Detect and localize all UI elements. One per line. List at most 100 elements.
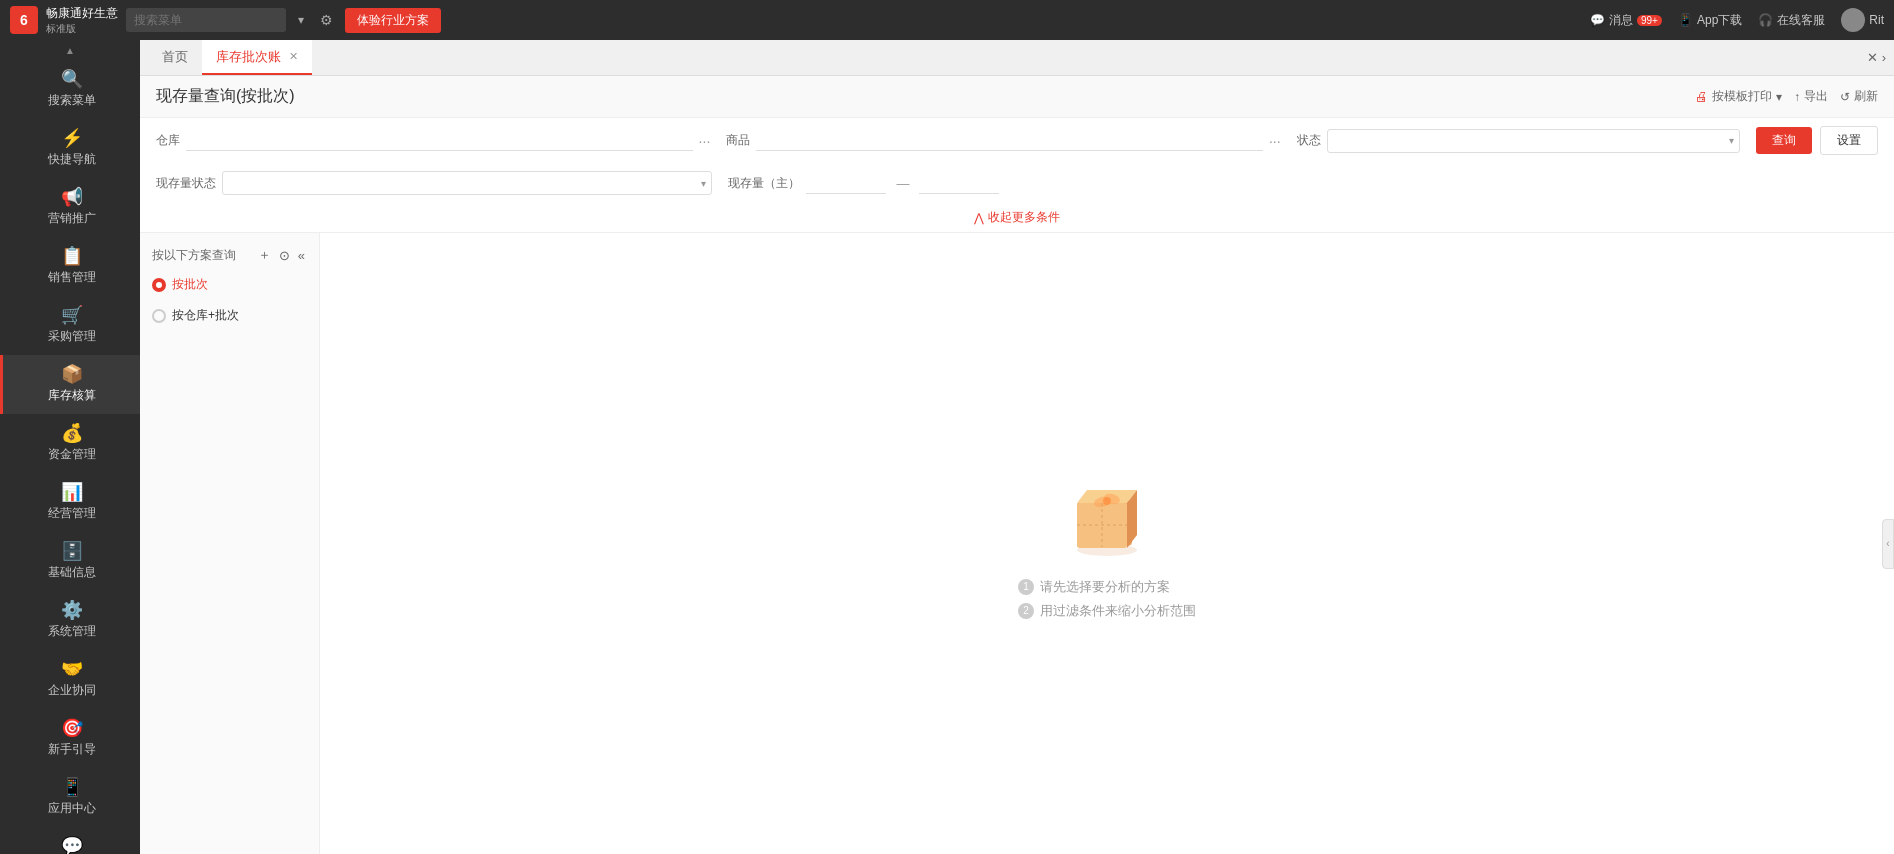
scheme-item-label: 按批次 [172, 276, 208, 293]
chevron-right-icon[interactable]: › [1882, 50, 1886, 65]
online-service-action[interactable]: 🎧 在线客服 [1758, 12, 1825, 29]
sidebar-item-newbie[interactable]: 🎯 新手引导 [0, 709, 140, 768]
scheme-item-batch[interactable]: 按批次 [140, 269, 319, 300]
top-header: 6 畅康通好生意 标准版 ▾ ⚙ 体验行业方案 💬 消息 99+ 📱 App下载… [0, 0, 1894, 40]
phone-icon: 📱 [61, 778, 83, 796]
sidebar: ▲ 🔍 搜索菜单 ⚡ 快捷导航 📢 营销推广 📋 销售管理 🛒 采购管理 📦 库… [0, 40, 140, 854]
app-download-label: App下载 [1697, 12, 1742, 29]
sidebar-item-marketing[interactable]: 📢 营销推广 [0, 178, 140, 237]
sidebar-item-label: 经营管理 [48, 505, 96, 522]
sidebar-item-apps[interactable]: 📱 应用中心 [0, 768, 140, 827]
refresh-icon: ↺ [1840, 90, 1850, 104]
sidebar-item-quick-nav[interactable]: ⚡ 快捷导航 [0, 119, 140, 178]
sidebar-item-label: 营销推广 [48, 210, 96, 227]
scheme-collapse-btn[interactable]: « [296, 247, 307, 264]
collapse-label: 收起更多条件 [988, 209, 1060, 226]
app-download-action[interactable]: 📱 App下载 [1678, 12, 1742, 29]
sidebar-item-label: 库存核算 [48, 387, 96, 404]
product-input[interactable] [756, 130, 1263, 151]
brand-name: 畅康通好生意 [46, 5, 118, 22]
handshake-icon: 🤝 [61, 660, 83, 678]
headset-icon: 🎧 [1758, 13, 1773, 27]
sidebar-item-label: 企业协同 [48, 682, 96, 699]
query-btn[interactable]: 查询 [1756, 127, 1812, 154]
product-more-icon[interactable]: ··· [1269, 133, 1281, 149]
dropdown-btn[interactable]: ▾ [294, 11, 308, 29]
sidebar-item-label: 资金管理 [48, 446, 96, 463]
experience-btn[interactable]: 体验行业方案 [345, 8, 441, 33]
lightning-icon: ⚡ [61, 129, 83, 147]
refresh-label: 刷新 [1854, 88, 1878, 105]
target-icon: 🎯 [61, 719, 83, 737]
scheme-item-warehouse-batch[interactable]: 按仓库+批次 [140, 300, 319, 331]
warehouse-more-icon[interactable]: ··· [699, 133, 711, 149]
sidebar-scroll-up[interactable]: ▲ [0, 40, 140, 60]
export-icon: ↑ [1794, 90, 1800, 104]
refresh-btn[interactable]: ↺ 刷新 [1840, 88, 1878, 105]
tab-home[interactable]: 首页 [148, 40, 202, 75]
sidebar-item-label: 快捷导航 [48, 151, 96, 168]
inventory-status-label: 现存量状态 [156, 175, 216, 192]
sidebar-item-label: 应用中心 [48, 800, 96, 817]
scheme-radio-batch [152, 278, 166, 292]
export-btn[interactable]: ↑ 导出 [1794, 88, 1828, 105]
inventory-qty-min[interactable] [806, 173, 886, 194]
settings-icon: ⚙️ [61, 601, 83, 619]
mobile-icon: 📱 [1678, 13, 1693, 27]
chat-icon: 💬 [61, 837, 83, 854]
tab-home-label: 首页 [162, 48, 188, 66]
warehouse-input[interactable] [186, 130, 693, 151]
print-dropdown-icon[interactable]: ▾ [1776, 90, 1782, 104]
sidebar-item-collab[interactable]: 🤝 企业协同 [0, 650, 140, 709]
sidebar-item-sales[interactable]: 📋 销售管理 [0, 237, 140, 296]
username: Rit [1869, 13, 1884, 27]
status-label: 状态 [1297, 132, 1321, 149]
printer-icon: 🖨 [1695, 89, 1708, 104]
page-title-bar: 现存量查询(按批次) 🖨 按模板打印 ▾ ↑ 导出 ↺ 刷新 [140, 76, 1894, 118]
sidebar-item-basic[interactable]: 🗄️ 基础信息 [0, 532, 140, 591]
svg-point-7 [1103, 497, 1111, 505]
close-all-icon[interactable]: ✕ [1867, 50, 1878, 65]
message-action[interactable]: 💬 消息 99+ [1590, 12, 1662, 29]
sidebar-item-label: 销售管理 [48, 269, 96, 286]
product-label: 商品 [726, 132, 750, 149]
search-icon: 🔍 [61, 70, 83, 88]
avatar [1841, 8, 1865, 32]
chevron-up-icon: ⋀ [974, 211, 984, 225]
gear-btn[interactable]: ⚙ [316, 10, 337, 30]
empty-instructions: 1 请先选择要分析的方案 2 用过滤条件来缩小分析范围 [1018, 578, 1196, 620]
print-label: 按模板打印 [1712, 88, 1772, 105]
database-icon: 🗄️ [61, 542, 83, 560]
sidebar-item-label: 采购管理 [48, 328, 96, 345]
right-panel-toggle[interactable]: ‹ [1882, 519, 1894, 569]
sidebar-item-label: 搜索菜单 [48, 92, 96, 109]
tab-inventory-batch[interactable]: 库存批次账 ✕ [202, 40, 312, 75]
sidebar-item-operations[interactable]: 📊 经营管理 [0, 473, 140, 532]
status-select[interactable] [1327, 129, 1740, 153]
message-label: 消息 [1609, 12, 1633, 29]
sidebar-item-search[interactable]: 🔍 搜索菜单 [0, 60, 140, 119]
main-data-area: 1 请先选择要分析的方案 2 用过滤条件来缩小分析范围 ‹ [320, 233, 1894, 854]
scheme-radio-warehouse [152, 309, 166, 323]
settings-btn[interactable]: 设置 [1820, 126, 1878, 155]
user-info[interactable]: Rit [1841, 8, 1884, 32]
sidebar-item-purchase[interactable]: 🛒 采购管理 [0, 296, 140, 355]
sidebar-item-finance[interactable]: 💰 资金管理 [0, 414, 140, 473]
collapse-btn[interactable]: ⋀ 收起更多条件 [140, 203, 1894, 232]
print-btn[interactable]: 🖨 按模板打印 ▾ [1695, 88, 1782, 105]
tab-close-icon[interactable]: ✕ [289, 50, 298, 63]
scheme-settings-btn[interactable]: ⊙ [277, 247, 292, 264]
box-icon: 📦 [61, 365, 83, 383]
chart-icon: 📊 [61, 483, 83, 501]
sidebar-item-label: 系统管理 [48, 623, 96, 640]
sidebar-item-inventory[interactable]: 📦 库存核算 [0, 355, 140, 414]
inventory-status-select[interactable] [222, 171, 712, 195]
cart-icon: 🛒 [61, 306, 83, 324]
inventory-qty-max[interactable] [919, 173, 999, 194]
page-title: 现存量查询(按批次) [156, 86, 295, 107]
dash-separator: — [892, 176, 913, 191]
add-scheme-btn[interactable]: ＋ [256, 245, 273, 265]
search-input[interactable] [126, 8, 286, 32]
sidebar-item-system[interactable]: ⚙️ 系统管理 [0, 591, 140, 650]
sidebar-item-wechat[interactable]: 💬 企业微信 [0, 827, 140, 854]
